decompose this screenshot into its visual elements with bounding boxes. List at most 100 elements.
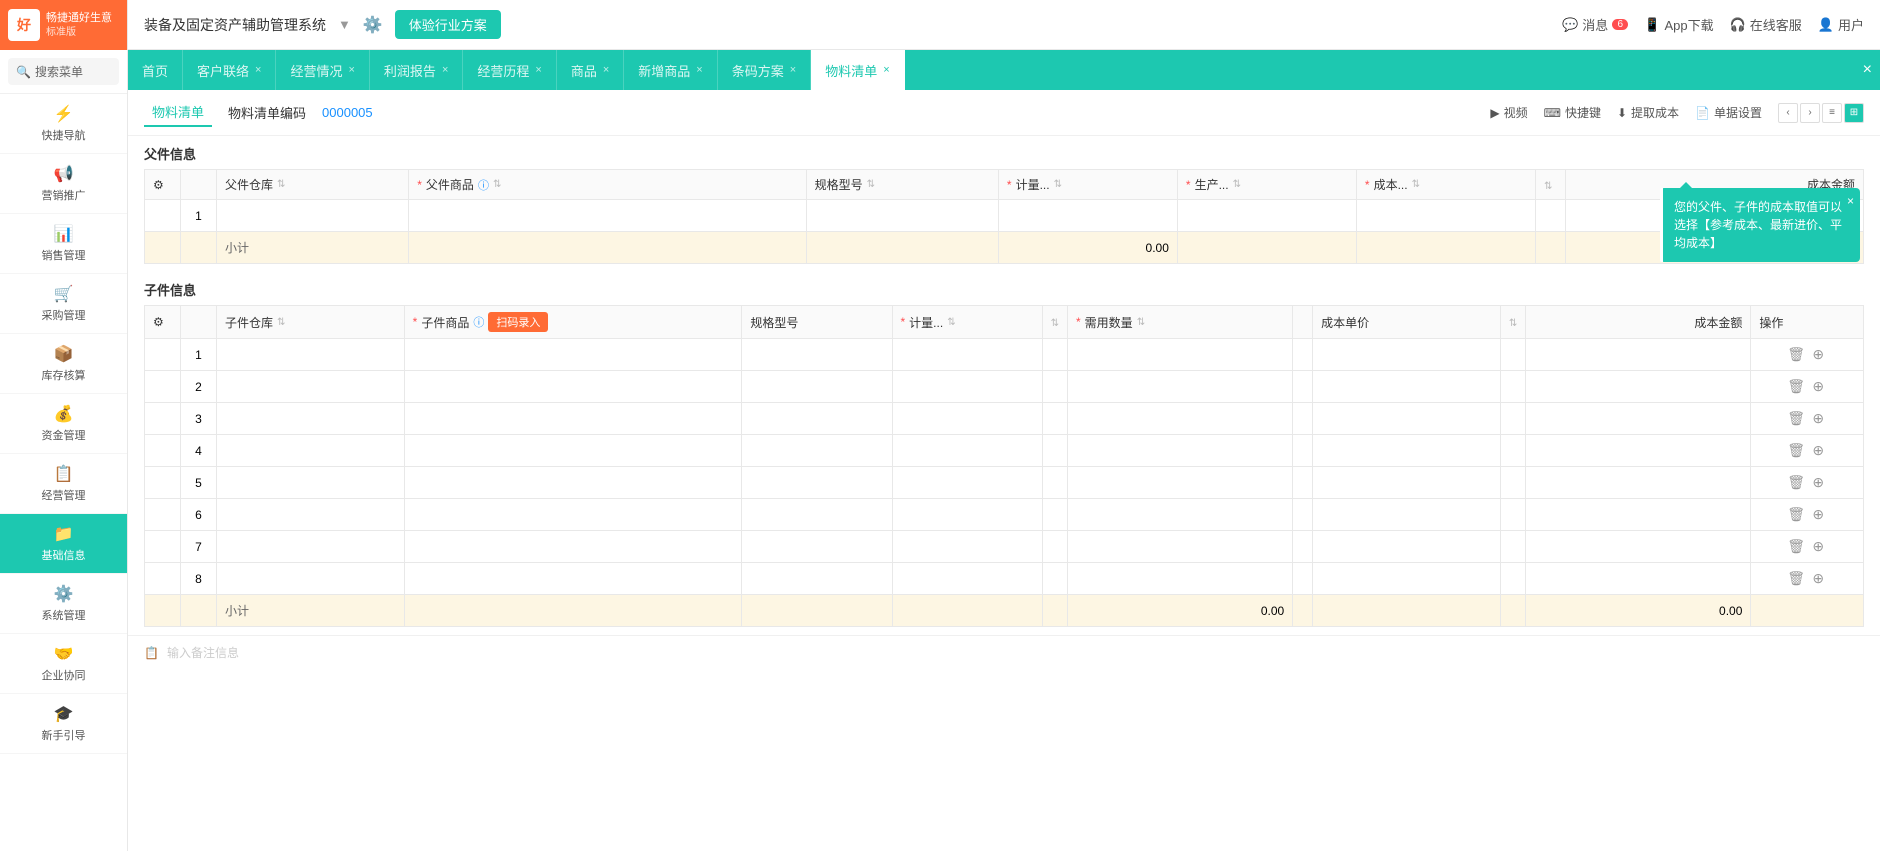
child-req-qty-cell-4[interactable]	[1068, 435, 1293, 467]
tab-close-barcode[interactable]: ×	[790, 64, 796, 76]
product-info-icon[interactable]: ⓘ	[478, 177, 489, 193]
delete-icon-6[interactable]: 🗑	[1787, 506, 1805, 524]
try-button[interactable]: 体验行业方案	[395, 10, 501, 39]
child-unit-cell-4[interactable]	[892, 435, 1042, 467]
child-unit-cost-cell-4[interactable]	[1313, 435, 1501, 467]
sidebar-item-sales[interactable]: 📊 销售管理	[0, 214, 127, 274]
child-product-cell-6[interactable]	[404, 499, 742, 531]
child-unit-cost-cell-6[interactable]	[1313, 499, 1501, 531]
copy-icon-6[interactable]: ⊕	[1809, 506, 1827, 524]
child-unit-cost-cell-7[interactable]	[1313, 531, 1501, 563]
parent-cost-cell[interactable]	[1356, 200, 1535, 232]
child-warehouse-cell-3[interactable]	[217, 403, 405, 435]
delete-icon-8[interactable]: 🗑	[1787, 570, 1805, 588]
child-unit-cost-cell-2[interactable]	[1313, 371, 1501, 403]
child-req-qty-cell-8[interactable]	[1068, 563, 1293, 595]
parent-spec-cell[interactable]	[806, 200, 998, 232]
sub-tab-bom[interactable]: 物料清单	[144, 98, 212, 127]
settings-gear-icon[interactable]: ⚙	[153, 178, 164, 192]
sidebar-item-quick-nav[interactable]: ⚡ 快捷导航	[0, 94, 127, 154]
child-spec-cell-8[interactable]	[742, 563, 892, 595]
tab-close-all-icon[interactable]: ×	[1863, 61, 1872, 78]
child-unit-cell-5[interactable]	[892, 467, 1042, 499]
child-product-cell-1[interactable]	[404, 339, 742, 371]
tab-add-goods[interactable]: 新增商品 ×	[624, 50, 717, 90]
sidebar-item-basic-info[interactable]: 📁 基础信息	[0, 514, 127, 574]
sidebar-item-enterprise[interactable]: 🤝 企业协同	[0, 634, 127, 694]
child-spec-cell-5[interactable]	[742, 467, 892, 499]
child-spec-cell-3[interactable]	[742, 403, 892, 435]
child-spec-cell-6[interactable]	[742, 499, 892, 531]
delete-icon-7[interactable]: 🗑	[1787, 538, 1805, 556]
child-unit-cost-cell-3[interactable]	[1313, 403, 1501, 435]
tab-close-history[interactable]: ×	[535, 64, 541, 76]
child-product-cell-7[interactable]	[404, 531, 742, 563]
sidebar-item-purchase[interactable]: 🛒 采购管理	[0, 274, 127, 334]
copy-icon-7[interactable]: ⊕	[1809, 538, 1827, 556]
sidebar-item-system[interactable]: ⚙️ 系统管理	[0, 574, 127, 634]
parent-warehouse-cell[interactable]	[217, 200, 409, 232]
tab-bom[interactable]: 物料清单 ×	[811, 50, 904, 90]
tab-home[interactable]: 首页	[128, 50, 183, 90]
tab-close-goods[interactable]: ×	[603, 64, 609, 76]
child-product-cell-3[interactable]	[404, 403, 742, 435]
extract-cost-button[interactable]: ⬇ 提取成本	[1617, 104, 1679, 121]
search-menu-button[interactable]: 🔍 搜索菜单	[8, 58, 119, 85]
tooltip-close[interactable]: ×	[1847, 192, 1854, 210]
copy-icon-4[interactable]: ⊕	[1809, 442, 1827, 460]
delete-icon-2[interactable]: 🗑	[1787, 378, 1805, 396]
parent-production-cell[interactable]	[1177, 200, 1356, 232]
settings-icon[interactable]: ⚙️	[363, 15, 383, 35]
child-product-cell-4[interactable]	[404, 435, 742, 467]
single-settings-button[interactable]: 📄 单据设置	[1695, 104, 1762, 121]
shortcut-button[interactable]: ⌨ 快捷键	[1544, 104, 1601, 121]
delete-icon-5[interactable]: 🗑	[1787, 474, 1805, 492]
child-req-qty-cell-7[interactable]	[1068, 531, 1293, 563]
parent-unit-cell[interactable]	[998, 200, 1177, 232]
tab-close-add-goods[interactable]: ×	[696, 64, 702, 76]
sidebar-item-operations[interactable]: 📋 经营管理	[0, 454, 127, 514]
child-req-qty-cell-3[interactable]	[1068, 403, 1293, 435]
sidebar-item-inventory[interactable]: 📦 库存核算	[0, 334, 127, 394]
child-spec-cell-2[interactable]	[742, 371, 892, 403]
copy-icon-3[interactable]: ⊕	[1809, 410, 1827, 428]
tab-goods[interactable]: 商品 ×	[557, 50, 624, 90]
child-unit-cell-7[interactable]	[892, 531, 1042, 563]
child-warehouse-cell-8[interactable]	[217, 563, 405, 595]
child-warehouse-cell-4[interactable]	[217, 435, 405, 467]
user-button[interactable]: 👤 用户	[1818, 15, 1864, 34]
child-warehouse-cell-5[interactable]	[217, 467, 405, 499]
child-unit-cell-8[interactable]	[892, 563, 1042, 595]
child-req-qty-cell-5[interactable]	[1068, 467, 1293, 499]
scan-button[interactable]: 扫码录入	[488, 312, 548, 332]
child-spec-cell-7[interactable]	[742, 531, 892, 563]
tab-history[interactable]: 经营历程 ×	[463, 50, 556, 90]
sidebar-item-marketing[interactable]: 📢 营销推广	[0, 154, 127, 214]
tab-profit[interactable]: 利润报告 ×	[370, 50, 463, 90]
child-unit-cost-cell-8[interactable]	[1313, 563, 1501, 595]
dropdown-arrow-icon[interactable]: ▼	[338, 17, 351, 32]
tab-close-customer[interactable]: ×	[255, 64, 261, 76]
child-warehouse-cell-1[interactable]	[217, 339, 405, 371]
tab-close-operations[interactable]: ×	[348, 64, 354, 76]
child-product-cell-2[interactable]	[404, 371, 742, 403]
tab-operations[interactable]: 经营情况 ×	[276, 50, 369, 90]
child-settings-gear-icon[interactable]: ⚙	[153, 315, 164, 329]
tab-customer[interactable]: 客户联络 ×	[183, 50, 276, 90]
child-req-qty-cell-2[interactable]	[1068, 371, 1293, 403]
sidebar-item-finance[interactable]: 💰 资金管理	[0, 394, 127, 454]
child-product-cell-5[interactable]	[404, 467, 742, 499]
menu-icon[interactable]: ≡	[1822, 103, 1842, 123]
tab-close-profit[interactable]: ×	[442, 64, 448, 76]
online-support-button[interactable]: 🎧 在线客服	[1730, 15, 1802, 34]
delete-icon-1[interactable]: 🗑	[1787, 346, 1805, 364]
app-download-button[interactable]: 📱 App下载	[1644, 15, 1713, 34]
child-product-cell-8[interactable]	[404, 563, 742, 595]
child-spec-cell-1[interactable]	[742, 339, 892, 371]
next-arrow[interactable]: ›	[1800, 103, 1820, 123]
delete-icon-4[interactable]: 🗑	[1787, 442, 1805, 460]
child-warehouse-cell-6[interactable]	[217, 499, 405, 531]
tab-barcode[interactable]: 条码方案 ×	[718, 50, 811, 90]
copy-icon-2[interactable]: ⊕	[1809, 378, 1827, 396]
tab-close-bom[interactable]: ×	[883, 64, 889, 76]
